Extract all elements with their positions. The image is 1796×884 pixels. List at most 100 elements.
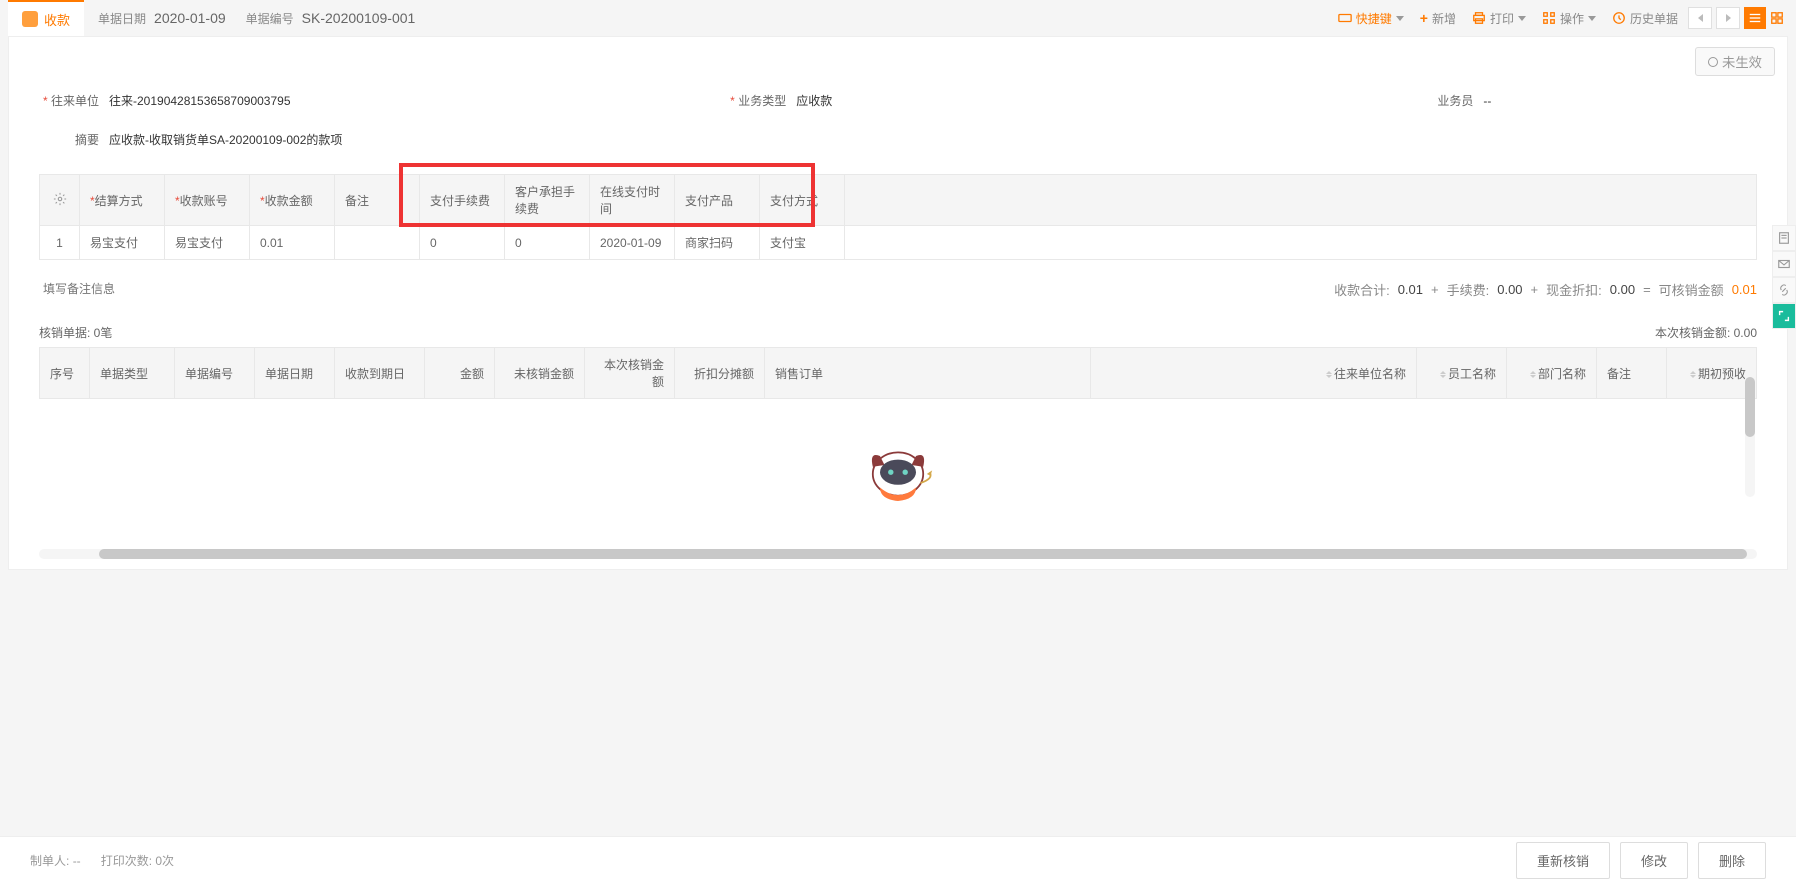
doc-meta: 单据日期 2020-01-09 单据编号 SK-20200109-001 xyxy=(84,10,415,27)
vcol-dept[interactable]: 部门名称 xyxy=(1507,348,1597,399)
sort-icon xyxy=(1690,371,1696,378)
col-online-pay-time: 在线支付时间 xyxy=(590,175,675,226)
mail-icon xyxy=(1777,257,1791,271)
grid2-icon xyxy=(1770,11,1784,25)
cell-online-pay-time: 2020-01-09 xyxy=(590,226,675,260)
vcol-employee[interactable]: 员工名称 xyxy=(1417,348,1507,399)
link-icon xyxy=(1777,283,1791,297)
sort-icon xyxy=(1530,371,1536,378)
cell-customer-fee: 0 xyxy=(505,226,590,260)
cell-payment-fee: 0 xyxy=(420,226,505,260)
side-tool-expand[interactable] xyxy=(1772,303,1796,329)
modify-button[interactable]: 修改 xyxy=(1620,842,1688,879)
col-settle-method: 结算方式 xyxy=(80,175,165,226)
writeoff-amount: 0.01 xyxy=(1732,282,1757,297)
next-doc-button[interactable] xyxy=(1716,7,1740,29)
vcol-amount: 金额 xyxy=(425,348,495,399)
verify-this-amount: 本次核销金额: 0.00 xyxy=(1655,324,1757,341)
chevron-down-icon xyxy=(1588,16,1596,21)
remark-input[interactable] xyxy=(39,278,439,300)
col-receipt-account: 收款账号 xyxy=(165,175,250,226)
cell-settle-method: 易宝支付 xyxy=(80,226,165,260)
totals-bar: 收款合计: 0.01 + 手续费: 0.00 + 现金折扣: 0.00 = 可核… xyxy=(1334,280,1757,299)
col-pay-method: 支付方式 xyxy=(760,175,845,226)
biz-type-value: 应收款 xyxy=(796,92,832,109)
vcol-doc-type: 单据类型 xyxy=(90,348,175,399)
doc-date-value: 2020-01-09 xyxy=(154,10,226,26)
plus-icon: + xyxy=(1420,10,1428,26)
prev-doc-button[interactable] xyxy=(1688,7,1712,29)
counterparty-value: 往来-20190428153658709003795 xyxy=(109,92,291,109)
status-badge[interactable]: 未生效 xyxy=(1695,47,1775,76)
vcol-sales-order[interactable]: 销售订单 xyxy=(765,348,1091,399)
row-no: 1 xyxy=(40,226,80,260)
delete-button[interactable]: 删除 xyxy=(1698,842,1766,879)
printer-icon xyxy=(1472,11,1486,25)
tab-receipt[interactable]: 收款 xyxy=(8,0,84,37)
biz-type-label: 业务类型 xyxy=(726,92,786,109)
side-tool-mail[interactable] xyxy=(1772,251,1796,277)
view-list-button[interactable] xyxy=(1744,7,1766,29)
history-icon xyxy=(1612,11,1626,25)
vertical-scrollbar[interactable] xyxy=(1745,367,1755,497)
print-button[interactable]: 打印 xyxy=(1466,6,1532,31)
summary-value: 应收款-收取销货单SA-20200109-002的款项 xyxy=(109,131,342,148)
add-button[interactable]: + 新增 xyxy=(1414,6,1462,31)
horizontal-scrollbar[interactable] xyxy=(39,549,1757,559)
receipt-icon xyxy=(22,11,38,27)
vcol-discount-share: 折扣分摊额 xyxy=(675,348,765,399)
table-row[interactable]: 1 易宝支付 易宝支付 0.01 0 0 2020-01-09 商家扫码 支付宝 xyxy=(40,226,1757,260)
vcol-doc-no: 单据编号 xyxy=(175,348,255,399)
col-receipt-amount: 收款金额 xyxy=(250,175,335,226)
vcol-this-writeoff: 本次核销金额 xyxy=(585,348,675,399)
vcol-doc-date: 单据日期 xyxy=(255,348,335,399)
verify-count: 核销单据: 0笔 xyxy=(39,324,112,341)
top-bar: 收款 单据日期 2020-01-09 单据编号 SK-20200109-001 … xyxy=(0,0,1796,36)
cell-pay-method: 支付宝 xyxy=(760,226,845,260)
note-icon xyxy=(1777,231,1791,245)
scrollbar-thumb[interactable] xyxy=(99,549,1747,559)
doc-no-value: SK-20200109-001 xyxy=(302,10,416,26)
keyboard-icon xyxy=(1338,11,1352,25)
chevron-down-icon xyxy=(1518,16,1526,21)
sort-icon xyxy=(1440,371,1446,378)
sort-icon xyxy=(1326,371,1332,378)
footer-bar: 制单人: -- 打印次数: 0次 重新核销 修改 删除 xyxy=(0,836,1796,884)
view-grid-button[interactable] xyxy=(1766,7,1788,29)
col-blank xyxy=(845,175,1757,226)
col-remark: 备注 xyxy=(335,175,420,226)
top-actions: 快捷键 + 新增 打印 操作 历史单据 xyxy=(1332,6,1788,31)
fee-total: 0.00 xyxy=(1497,282,1522,297)
side-tools xyxy=(1772,225,1796,329)
operate-button[interactable]: 操作 xyxy=(1536,6,1602,31)
side-tool-note[interactable] xyxy=(1772,225,1796,251)
side-tool-link[interactable] xyxy=(1772,277,1796,303)
cell-receipt-account: 易宝支付 xyxy=(165,226,250,260)
vcol-remark: 备注 xyxy=(1597,348,1667,399)
re-writeoff-button[interactable]: 重新核销 xyxy=(1516,842,1610,879)
gear-header[interactable] xyxy=(40,175,80,226)
operator-label: 业务员 xyxy=(1413,92,1473,109)
tab-label: 收款 xyxy=(44,10,70,29)
chevron-left-icon xyxy=(1698,14,1703,22)
vcol-counterparty[interactable]: 往来单位名称 xyxy=(1091,348,1417,399)
verify-section: 核销单据: 0笔 本次核销金额: 0.00 序号 单据类型 单据编号 单据日期 … xyxy=(9,308,1787,549)
scrollbar-thumb[interactable] xyxy=(1745,377,1755,437)
creator-value: -- xyxy=(73,854,81,868)
view-toggle xyxy=(1744,7,1788,29)
operator-value: -- xyxy=(1483,94,1491,108)
receipt-total: 0.01 xyxy=(1398,282,1423,297)
shortcut-button[interactable]: 快捷键 xyxy=(1332,6,1410,31)
summary-label: 摘要 xyxy=(39,131,99,148)
col-pay-product: 支付产品 xyxy=(675,175,760,226)
cash-discount: 0.00 xyxy=(1610,282,1635,297)
payment-table: 结算方式 收款账号 收款金额 备注 支付手续费 客户承担手续费 在线支付时间 支… xyxy=(9,164,1787,270)
chevron-down-icon xyxy=(1396,16,1404,21)
counterparty-label: 往来单位 xyxy=(39,92,99,109)
vcol-prepay[interactable]: 期初预收 xyxy=(1667,348,1757,399)
cell-receipt-amount: 0.01 xyxy=(250,226,335,260)
vcol-unwriteoff: 未核销金额 xyxy=(495,348,585,399)
history-button[interactable]: 历史单据 xyxy=(1606,6,1684,31)
info-icon xyxy=(1708,57,1718,67)
mascot-icon xyxy=(853,429,943,519)
